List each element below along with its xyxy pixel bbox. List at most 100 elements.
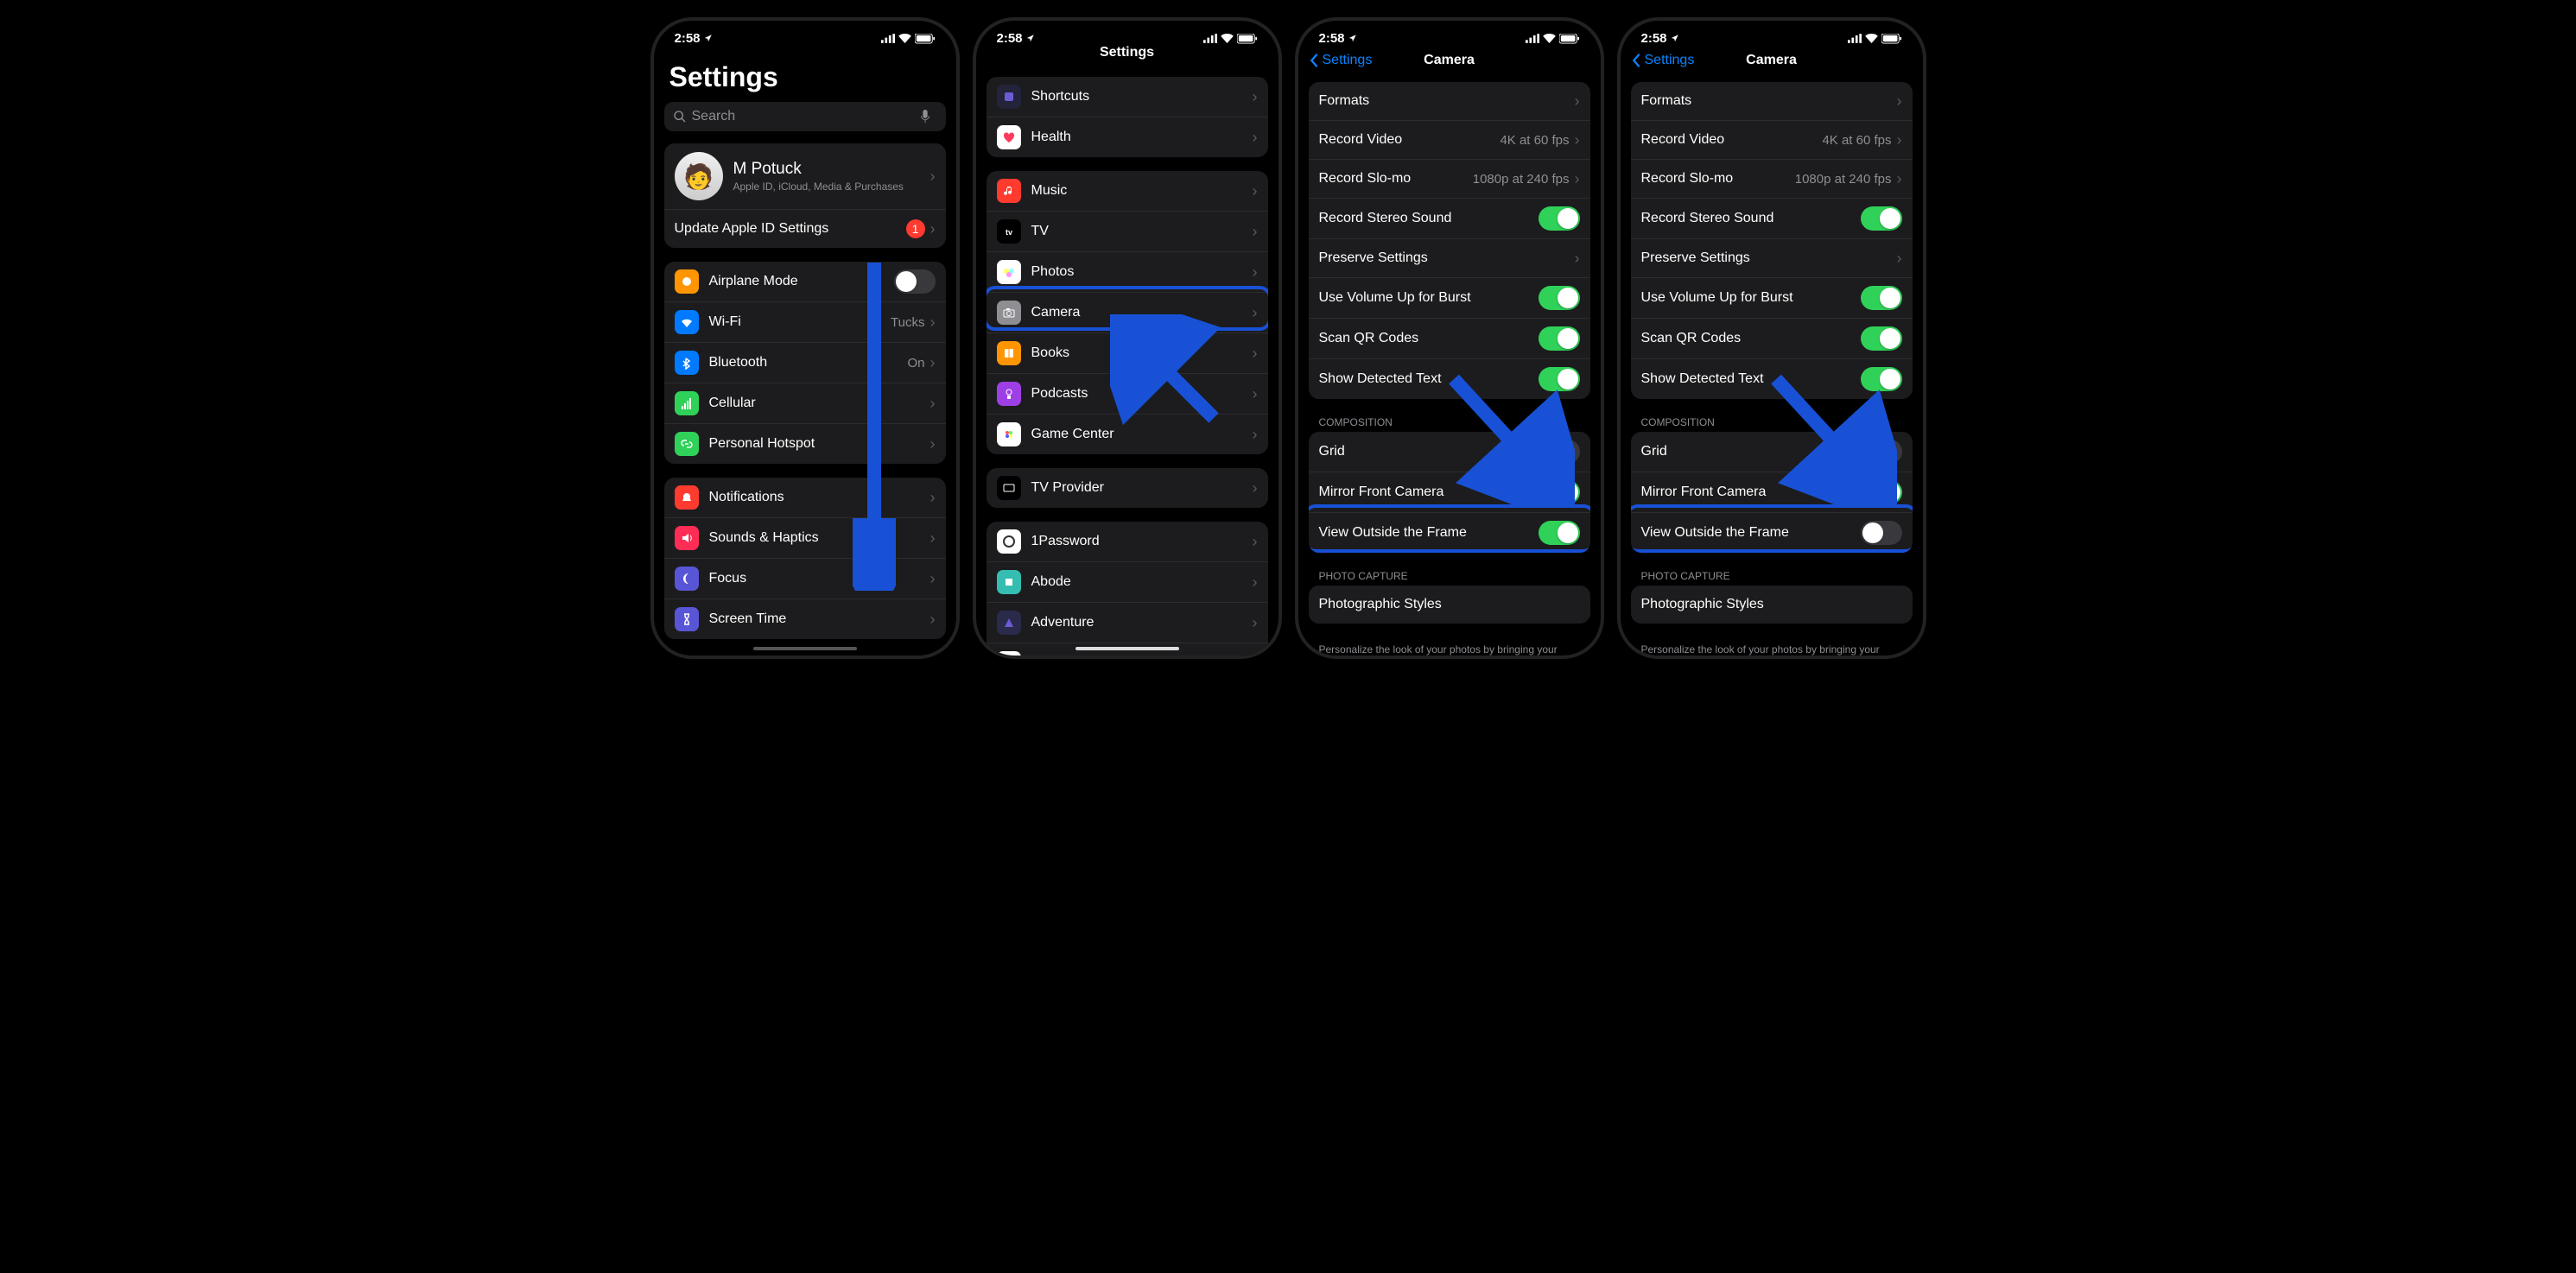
row-use-volume-up-for-burst[interactable]: Use Volume Up for Burst: [1309, 278, 1590, 319]
app-icon: [997, 422, 1021, 446]
row-view-outside-the-frame[interactable]: View Outside the Frame: [1309, 513, 1590, 553]
row-airplane-mode[interactable]: Airplane Mode: [664, 262, 946, 302]
row-show-detected-text[interactable]: Show Detected Text: [1631, 359, 1913, 399]
row-bluetooth[interactable]: BluetoothOn›: [664, 343, 946, 383]
row-formats[interactable]: Formats›: [1631, 82, 1913, 121]
chevron-right-icon: ›: [930, 570, 936, 588]
row-use-volume-up-for-burst[interactable]: Use Volume Up for Burst: [1631, 278, 1913, 319]
chevron-right-icon: ›: [930, 435, 936, 453]
row-record-video[interactable]: Record Video4K at 60 fps›: [1309, 121, 1590, 160]
row-label: Airplane Mode: [709, 274, 894, 289]
app-icon: tv: [997, 219, 1021, 244]
row-label: Notifications: [709, 490, 930, 505]
row-mirror-front-camera[interactable]: Mirror Front Camera: [1631, 472, 1913, 513]
toggle[interactable]: [1861, 326, 1902, 351]
row-cellular[interactable]: Cellular›: [664, 383, 946, 424]
chevron-right-icon: ›: [1575, 170, 1580, 188]
photographic-styles-row[interactable]: Photographic Styles: [1309, 586, 1590, 624]
app-icon: [997, 260, 1021, 284]
toggle[interactable]: [1539, 206, 1580, 231]
row-label: Wi-Fi: [709, 314, 891, 330]
footer-text: Personalize the look of your photos by b…: [1631, 637, 1913, 659]
row-record-stereo-sound[interactable]: Record Stereo Sound: [1309, 199, 1590, 239]
mic-icon[interactable]: [918, 110, 932, 124]
row-adventure[interactable]: Adventure›: [987, 603, 1268, 643]
chevron-right-icon: ›: [1253, 182, 1258, 200]
toggle[interactable]: [1861, 367, 1902, 391]
back-button[interactable]: Settings: [1309, 53, 1373, 68]
row-tv[interactable]: tvTV›: [987, 212, 1268, 252]
footer-text: Personalize the look of your photos by b…: [1309, 637, 1590, 659]
chevron-right-icon: ›: [1253, 479, 1258, 497]
profile-name: M Potuck: [733, 160, 930, 179]
row-scan-qr-codes[interactable]: Scan QR Codes: [1631, 319, 1913, 359]
toggle[interactable]: [894, 269, 936, 294]
chevron-right-icon: ›: [1253, 129, 1258, 147]
app-icon: [997, 529, 1021, 554]
row-tv-provider[interactable]: TV Provider›: [987, 468, 1268, 508]
home-indicator[interactable]: [753, 647, 857, 650]
row-grid[interactable]: Grid: [1631, 432, 1913, 472]
toggle[interactable]: [1539, 326, 1580, 351]
row-preserve-settings[interactable]: Preserve Settings›: [1309, 239, 1590, 278]
row-label: Record Slo-mo: [1641, 171, 1795, 187]
chevron-right-icon: ›: [930, 529, 936, 548]
toggle[interactable]: [1861, 521, 1902, 545]
row-shortcuts[interactable]: Shortcuts›: [987, 77, 1268, 117]
row-formats[interactable]: Formats›: [1309, 82, 1590, 121]
update-apple-id-row[interactable]: Update Apple ID Settings 1 ›: [664, 210, 946, 248]
toggle[interactable]: [1539, 367, 1580, 391]
row-photos[interactable]: Photos›: [987, 252, 1268, 293]
row-books[interactable]: Books›: [987, 333, 1268, 374]
row-scan-qr-codes[interactable]: Scan QR Codes: [1309, 319, 1590, 359]
toggle[interactable]: [1861, 480, 1902, 504]
row-amazon[interactable]: Amazon›: [987, 643, 1268, 659]
row-label: Health: [1031, 130, 1253, 145]
chevron-right-icon: ›: [930, 611, 936, 629]
toggle[interactable]: [1861, 440, 1902, 464]
row-detail: 1080p at 240 fps: [1473, 172, 1570, 187]
row-record-stereo-sound[interactable]: Record Stereo Sound: [1631, 199, 1913, 239]
row-1password[interactable]: 1Password›: [987, 522, 1268, 562]
row-record-video[interactable]: Record Video4K at 60 fps›: [1631, 121, 1913, 160]
row-detail: 4K at 60 fps: [1822, 133, 1891, 148]
row-personal-hotspot[interactable]: Personal Hotspot›: [664, 424, 946, 464]
photographic-styles-row[interactable]: Photographic Styles: [1631, 586, 1913, 624]
row-music[interactable]: Music›: [987, 171, 1268, 212]
back-button[interactable]: Settings: [1631, 53, 1695, 68]
row-wi-fi[interactable]: Wi-FiTucks›: [664, 302, 946, 343]
home-indicator[interactable]: [1075, 647, 1179, 650]
row-camera[interactable]: Camera›: [987, 293, 1268, 333]
row-grid[interactable]: Grid: [1309, 432, 1590, 472]
toggle[interactable]: [1861, 286, 1902, 310]
row-label: Grid: [1641, 444, 1861, 459]
row-label: Amazon: [1031, 656, 1253, 659]
toggle[interactable]: [1539, 440, 1580, 464]
toggle[interactable]: [1539, 480, 1580, 504]
row-podcasts[interactable]: Podcasts›: [987, 374, 1268, 415]
row-game-center[interactable]: Game Center›: [987, 415, 1268, 454]
row-sounds-haptics[interactable]: Sounds & Haptics›: [664, 518, 946, 559]
row-record-slo-mo[interactable]: Record Slo-mo1080p at 240 fps›: [1631, 160, 1913, 199]
row-detail: On: [907, 356, 924, 370]
chevron-right-icon: ›: [1575, 250, 1580, 268]
toggle[interactable]: [1861, 206, 1902, 231]
apple-id-row[interactable]: 🧑 M Potuck Apple ID, iCloud, Media & Pur…: [664, 143, 946, 210]
row-focus[interactable]: Focus›: [664, 559, 946, 599]
row-mirror-front-camera[interactable]: Mirror Front Camera: [1309, 472, 1590, 513]
search-input[interactable]: Search: [664, 102, 946, 131]
row-notifications[interactable]: Notifications›: [664, 478, 946, 518]
toggle[interactable]: [1539, 286, 1580, 310]
app-icon: [675, 485, 699, 510]
notch: [1711, 21, 1832, 45]
row-preserve-settings[interactable]: Preserve Settings›: [1631, 239, 1913, 278]
row-show-detected-text[interactable]: Show Detected Text: [1309, 359, 1590, 399]
chevron-right-icon: ›: [1253, 263, 1258, 282]
chevron-left-icon: [1631, 53, 1641, 68]
row-record-slo-mo[interactable]: Record Slo-mo1080p at 240 fps›: [1309, 160, 1590, 199]
toggle[interactable]: [1539, 521, 1580, 545]
row-health[interactable]: Health›: [987, 117, 1268, 157]
row-abode[interactable]: Abode›: [987, 562, 1268, 603]
row-screen-time[interactable]: Screen Time›: [664, 599, 946, 639]
row-view-outside-the-frame[interactable]: View Outside the Frame: [1631, 513, 1913, 553]
